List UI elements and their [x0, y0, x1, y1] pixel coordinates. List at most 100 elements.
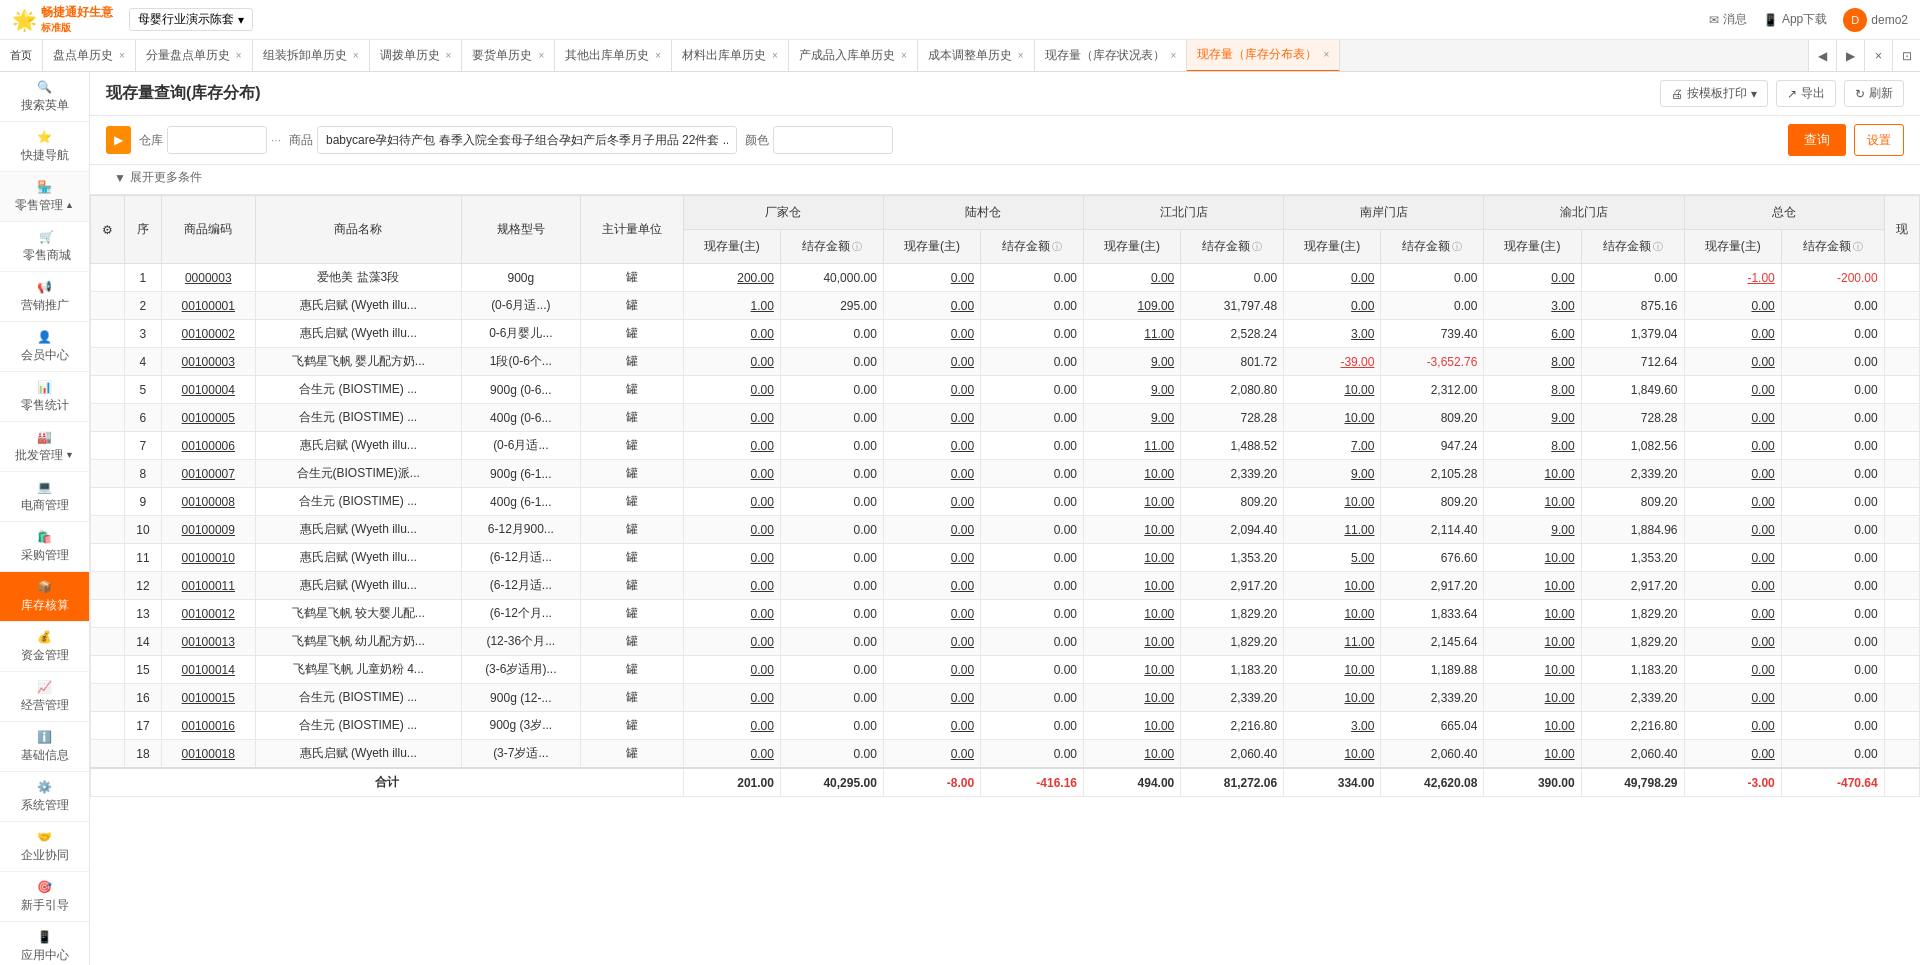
- th-settings[interactable]: ⚙: [91, 196, 125, 264]
- row-cj-cun[interactable]: 0.00: [683, 488, 780, 516]
- tab-close-all[interactable]: ×: [1864, 40, 1892, 72]
- row-lc-cun[interactable]: 0.00: [883, 404, 980, 432]
- row-jb-cun[interactable]: 10.00: [1084, 656, 1181, 684]
- row-na-cun[interactable]: 10.00: [1284, 600, 1381, 628]
- row-lc-cun[interactable]: 0.00: [883, 684, 980, 712]
- sidebar-item-shortcut[interactable]: ⭐ 快捷导航: [0, 122, 89, 172]
- tab-close[interactable]: ×: [353, 50, 359, 61]
- info-icon[interactable]: ⓘ: [1653, 241, 1663, 252]
- row-lc-cun[interactable]: 0.00: [883, 432, 980, 460]
- row-na-cun[interactable]: 0.00: [1284, 292, 1381, 320]
- row-na-cun[interactable]: 10.00: [1284, 740, 1381, 769]
- row-cj-cun[interactable]: 0.00: [683, 600, 780, 628]
- tab-close[interactable]: ×: [538, 50, 544, 61]
- row-code[interactable]: 00100010: [161, 544, 255, 572]
- row-zt-cun[interactable]: 0.00: [1684, 348, 1781, 376]
- row-code[interactable]: 00100008: [161, 488, 255, 516]
- selector-dropdown[interactable]: 母婴行业演示陈套 ▾: [129, 8, 253, 31]
- row-zt-cun[interactable]: 0.00: [1684, 712, 1781, 740]
- row-jb-cun[interactable]: 10.00: [1084, 628, 1181, 656]
- row-yb-cun[interactable]: 8.00: [1484, 348, 1581, 376]
- info-icon[interactable]: ⓘ: [1052, 241, 1062, 252]
- row-code[interactable]: 00100004: [161, 376, 255, 404]
- row-yb-cun[interactable]: 8.00: [1484, 376, 1581, 404]
- row-lc-cun[interactable]: 0.00: [883, 516, 980, 544]
- row-zt-cun[interactable]: 0.00: [1684, 740, 1781, 769]
- row-jb-cun[interactable]: 10.00: [1084, 712, 1181, 740]
- row-cj-cun[interactable]: 0.00: [683, 460, 780, 488]
- sidebar-item-system[interactable]: ⚙️ 系统管理: [0, 772, 89, 822]
- row-jb-cun[interactable]: 11.00: [1084, 320, 1181, 348]
- row-cj-cun[interactable]: 0.00: [683, 432, 780, 460]
- row-code[interactable]: 00100005: [161, 404, 255, 432]
- row-code[interactable]: 00100011: [161, 572, 255, 600]
- row-na-cun[interactable]: 3.00: [1284, 712, 1381, 740]
- sidebar-item-member[interactable]: 👤 会员中心: [0, 322, 89, 372]
- row-zt-cun[interactable]: 0.00: [1684, 488, 1781, 516]
- print-btn[interactable]: 🖨 按模板打印 ▾: [1660, 80, 1768, 107]
- sidebar-item-retail-shop[interactable]: 🛒 零售商城: [0, 222, 89, 272]
- row-na-cun[interactable]: 10.00: [1284, 488, 1381, 516]
- row-code[interactable]: 00100013: [161, 628, 255, 656]
- row-yb-cun[interactable]: 10.00: [1484, 712, 1581, 740]
- tab-zccdsh[interactable]: 组装拆卸单历史 ×: [253, 40, 370, 72]
- row-jb-cun[interactable]: 10.00: [1084, 684, 1181, 712]
- row-code[interactable]: 00100002: [161, 320, 255, 348]
- row-zt-cun[interactable]: 0.00: [1684, 544, 1781, 572]
- row-zt-cun[interactable]: 0.00: [1684, 656, 1781, 684]
- row-zt-cun[interactable]: 0.00: [1684, 404, 1781, 432]
- row-yb-cun[interactable]: 9.00: [1484, 516, 1581, 544]
- row-cj-cun[interactable]: 0.00: [683, 628, 780, 656]
- app-download-btn[interactable]: 📱 App下载: [1763, 11, 1827, 28]
- row-code[interactable]: 00100015: [161, 684, 255, 712]
- export-btn[interactable]: ↗ 导出: [1776, 80, 1836, 107]
- row-na-cun[interactable]: 10.00: [1284, 656, 1381, 684]
- row-yb-cun[interactable]: 6.00: [1484, 320, 1581, 348]
- info-icon[interactable]: ⓘ: [1853, 241, 1863, 252]
- sidebar-item-operation[interactable]: 📈 经营管理: [0, 672, 89, 722]
- expand-filter-btn[interactable]: ▶: [106, 126, 131, 154]
- tab-pddsh[interactable]: 盘点单历史 ×: [43, 40, 136, 72]
- row-yb-cun[interactable]: 10.00: [1484, 656, 1581, 684]
- tab-close[interactable]: ×: [1171, 50, 1177, 61]
- sidebar-item-apps[interactable]: 📱 应用中心: [0, 922, 89, 965]
- warehouse-input[interactable]: [167, 126, 267, 154]
- row-lc-cun[interactable]: 0.00: [883, 740, 980, 769]
- row-cj-cun[interactable]: 0.00: [683, 404, 780, 432]
- row-cj-cun[interactable]: 0.00: [683, 544, 780, 572]
- row-lc-cun[interactable]: 0.00: [883, 544, 980, 572]
- row-jb-cun[interactable]: 10.00: [1084, 572, 1181, 600]
- sidebar-item-basic[interactable]: ℹ️ 基础信息: [0, 722, 89, 772]
- row-zt-cun[interactable]: 0.00: [1684, 460, 1781, 488]
- row-lc-cun[interactable]: 0.00: [883, 320, 980, 348]
- row-lc-cun[interactable]: 0.00: [883, 712, 980, 740]
- row-zt-cun[interactable]: 0.00: [1684, 572, 1781, 600]
- row-lc-cun[interactable]: 0.00: [883, 572, 980, 600]
- setting-btn[interactable]: 设置: [1854, 124, 1904, 156]
- row-yb-cun[interactable]: 3.00: [1484, 292, 1581, 320]
- row-cj-cun[interactable]: 0.00: [683, 572, 780, 600]
- row-yb-cun[interactable]: 10.00: [1484, 740, 1581, 769]
- row-zt-cun[interactable]: -1.00: [1684, 264, 1781, 292]
- row-jb-cun[interactable]: 10.00: [1084, 460, 1181, 488]
- row-lc-cun[interactable]: 0.00: [883, 488, 980, 516]
- tab-kczt[interactable]: 现存量（库存状况表） ×: [1035, 40, 1188, 72]
- row-cj-cun[interactable]: 0.00: [683, 348, 780, 376]
- row-jb-cun[interactable]: 11.00: [1084, 432, 1181, 460]
- row-cj-cun[interactable]: 200.00: [683, 264, 780, 292]
- sidebar-item-marketing[interactable]: 📢 营销推广: [0, 272, 89, 322]
- tab-expand[interactable]: ⊡: [1892, 40, 1920, 72]
- row-lc-cun[interactable]: 0.00: [883, 264, 980, 292]
- sidebar-item-finance[interactable]: 💰 资金管理: [0, 622, 89, 672]
- row-code[interactable]: 00100003: [161, 348, 255, 376]
- row-jb-cun[interactable]: 10.00: [1084, 600, 1181, 628]
- row-lc-cun[interactable]: 0.00: [883, 348, 980, 376]
- row-na-cun[interactable]: 0.00: [1284, 264, 1381, 292]
- row-cj-cun[interactable]: 1.00: [683, 292, 780, 320]
- row-na-cun[interactable]: 9.00: [1284, 460, 1381, 488]
- query-btn[interactable]: 查询: [1788, 124, 1846, 156]
- row-yb-cun[interactable]: 10.00: [1484, 460, 1581, 488]
- row-lc-cun[interactable]: 0.00: [883, 628, 980, 656]
- row-lc-cun[interactable]: 0.00: [883, 376, 980, 404]
- row-na-cun[interactable]: -39.00: [1284, 348, 1381, 376]
